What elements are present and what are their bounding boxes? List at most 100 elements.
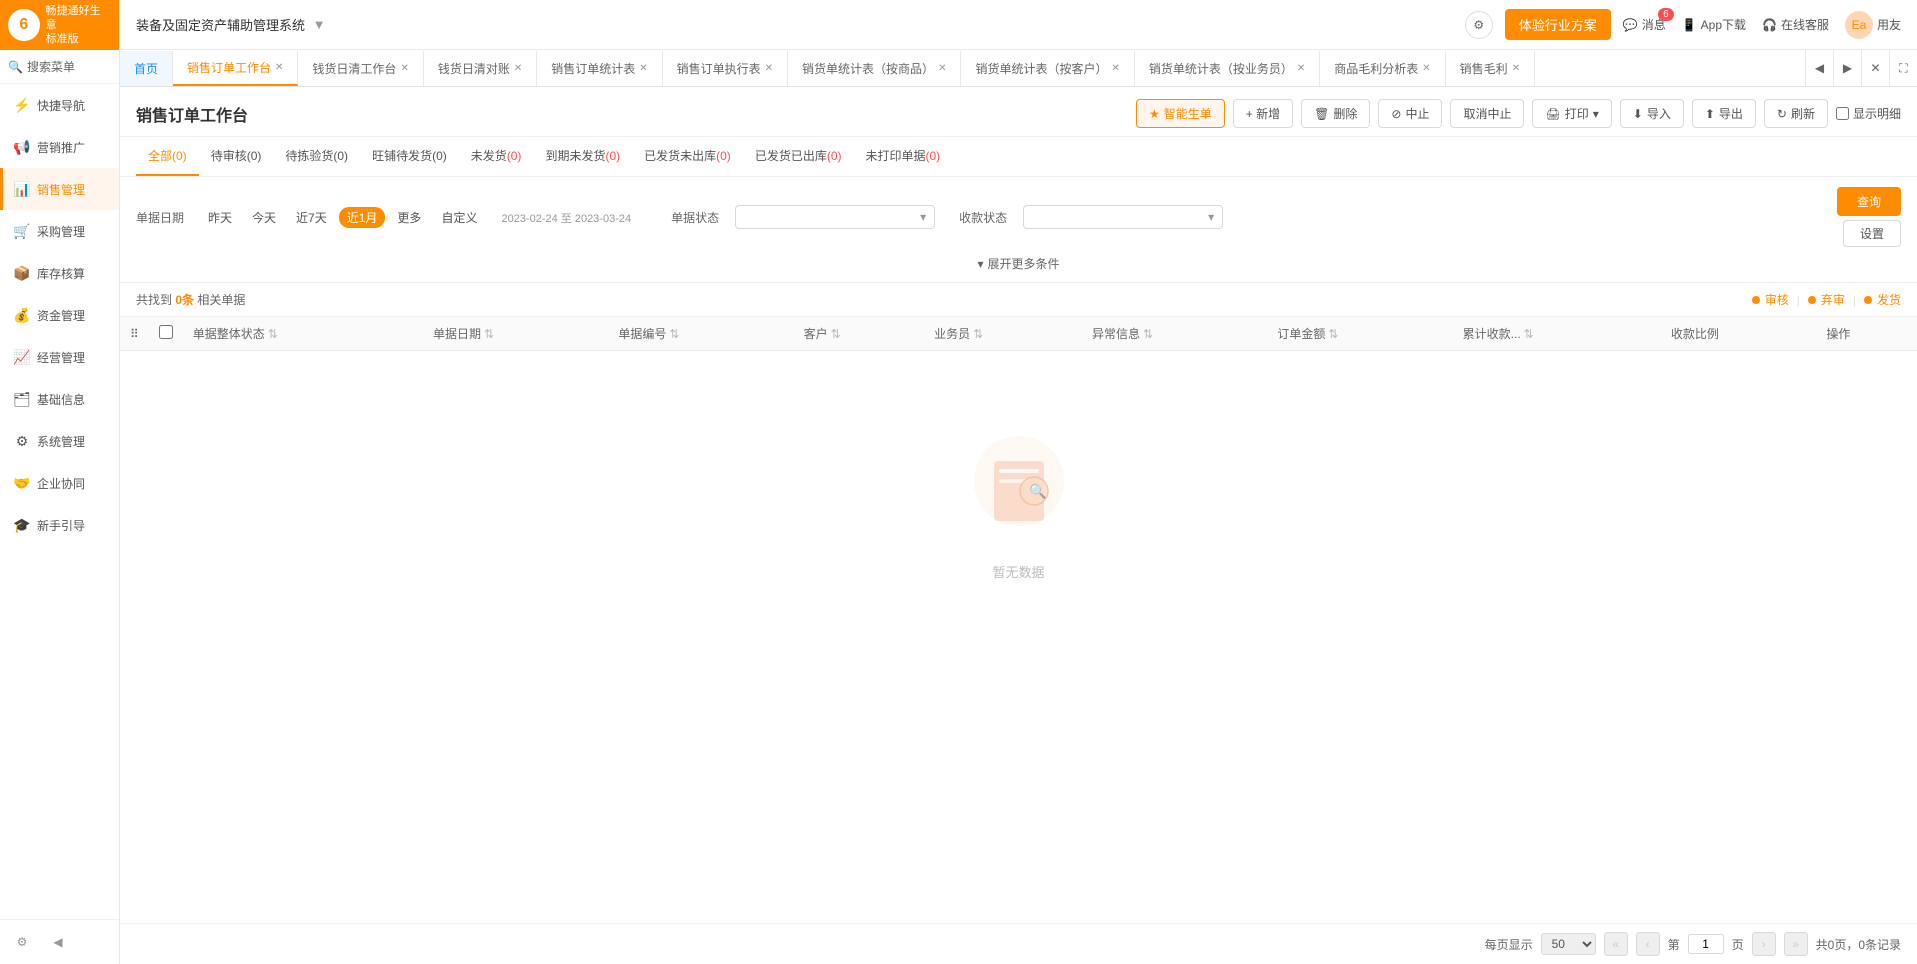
th-number[interactable]: 单据编号⇅	[608, 317, 793, 351]
export-btn[interactable]: ⬆ 导出	[1692, 99, 1756, 128]
sidebar-item-operations[interactable]: 📈 经营管理	[0, 336, 119, 378]
topbar-settings-btn[interactable]: ⚙	[1465, 11, 1493, 39]
sub-tab-not-shipped[interactable]: 未发货(0)	[459, 137, 534, 176]
tab-close-cash-reconcile[interactable]: ✕	[514, 63, 522, 74]
sidebar-item-purchase[interactable]: 🛒 采购管理	[0, 210, 119, 252]
sidebar-item-finance[interactable]: 💰 资金管理	[0, 294, 119, 336]
tab-close-sales-stats-product[interactable]: ✕	[938, 63, 946, 74]
tab-close-sales-stats-staff[interactable]: ✕	[1297, 63, 1305, 74]
table-action-review[interactable]: 审核	[1752, 291, 1789, 308]
th-customer[interactable]: 客户⇅	[794, 317, 924, 351]
table-action-ship[interactable]: 发货	[1864, 291, 1901, 308]
tab-close-sales-stats-customer[interactable]: ✕	[1111, 63, 1119, 74]
sidebar-search[interactable]: 🔍 搜索菜单	[0, 50, 119, 84]
tab-close-sales-order-exec[interactable]: ✕	[765, 63, 773, 74]
divider-1: |	[1797, 293, 1800, 307]
user-area[interactable]: Ea 用友	[1845, 11, 1901, 39]
sidebar-item-basic[interactable]: 🗂 基础信息	[0, 378, 119, 420]
status-filter-select[interactable]: ▾	[735, 205, 935, 229]
select-all-checkbox[interactable]	[159, 325, 173, 339]
industry-solution-btn[interactable]: 体验行业方案	[1505, 9, 1611, 40]
app-download-btn[interactable]: 📱 App下载	[1682, 16, 1746, 33]
tab-sales-order-stats[interactable]: 销售订单统计表✕	[537, 51, 662, 86]
sub-tab-overdue-not-shipped[interactable]: 到期未发货(0)	[533, 137, 632, 176]
tab-cash-daily[interactable]: 钱货日清工作台✕	[298, 51, 423, 86]
tab-sales-order-workbench[interactable]: 销售订单工作台✕	[173, 51, 298, 86]
tab-close-product-margin[interactable]: ✕	[1422, 63, 1430, 74]
sidebar-item-marketing[interactable]: 📢 营销推广	[0, 126, 119, 168]
print-icon: 🖨	[1545, 107, 1560, 121]
date-btn-custom[interactable]: 自定义	[433, 207, 485, 228]
payment-filter-select[interactable]: ▾	[1023, 205, 1223, 229]
date-btn-last1m[interactable]: 近1月	[339, 207, 386, 228]
next-page-btn[interactable]: ›	[1752, 932, 1776, 956]
query-btn[interactable]: 查询	[1837, 187, 1901, 216]
smart-generate-btn[interactable]: ★ 智能生单	[1136, 99, 1225, 128]
tab-close-all[interactable]: ✕	[1861, 50, 1889, 86]
table-scroll[interactable]: ⠿单据整体状态⇅单据日期⇅单据编号⇅客户⇅业务员⇅异常信息⇅订单金额⇅累计收款.…	[120, 317, 1917, 923]
sub-tab-not-printed[interactable]: 未打印单据(0)	[854, 137, 953, 176]
filter-area: 单据日期 昨天今天近7天近1月更多自定义 2023-02-24 至 2023-0…	[120, 177, 1917, 283]
prev-page-btn[interactable]: ‹	[1636, 932, 1660, 956]
stop-btn[interactable]: ⊘ 中止	[1378, 99, 1442, 128]
show-detail-checkbox[interactable]: 显示明细	[1836, 105, 1901, 122]
sidebar-item-quick-nav[interactable]: ⚡ 快捷导航	[0, 84, 119, 126]
first-page-btn[interactable]: «	[1604, 932, 1628, 956]
date-btn-yesterday[interactable]: 昨天	[200, 207, 240, 228]
tab-sales-order-exec[interactable]: 销售订单执行表✕	[663, 51, 788, 86]
tab-close-sales-order-stats[interactable]: ✕	[639, 63, 647, 74]
delete-btn[interactable]: 🗑 删除	[1301, 99, 1370, 128]
detail-checkbox-input[interactable]	[1836, 107, 1849, 120]
tab-close-sales-order-workbench[interactable]: ✕	[275, 62, 283, 73]
tab-maximize[interactable]: ⛶	[1889, 50, 1917, 86]
sidebar-settings-btn[interactable]: ⚙	[8, 928, 36, 956]
tab-scroll-left[interactable]: ◀	[1805, 50, 1833, 86]
expand-conditions-btn[interactable]: ▾ 展开更多条件	[977, 255, 1059, 272]
last-page-btn[interactable]: »	[1784, 932, 1808, 956]
tab-sales-stats-customer[interactable]: 销货单统计表（按客户）✕	[961, 51, 1134, 86]
date-btn-today[interactable]: 今天	[244, 207, 284, 228]
sub-tab-all[interactable]: 全部(0)	[136, 137, 199, 176]
tab-sales-stats-product[interactable]: 销货单统计表（按商品）✕	[788, 51, 961, 86]
tab-sales-stats-staff[interactable]: 销货单统计表（按业务员）✕	[1135, 51, 1320, 86]
tab-close-cash-daily[interactable]: ✕	[400, 63, 408, 74]
sidebar-item-system[interactable]: ⚙ 系统管理	[0, 420, 119, 462]
tab-product-margin[interactable]: 商品毛利分析表✕	[1320, 51, 1445, 86]
tab-close-sales-profit[interactable]: ✕	[1512, 63, 1520, 74]
th-staff[interactable]: 业务员⇅	[924, 317, 1082, 351]
sidebar-collapse-btn[interactable]: ◀	[44, 928, 72, 956]
refresh-btn[interactable]: ↻ 刷新	[1764, 99, 1828, 128]
sub-tab-count-pending-review: (0)	[247, 149, 262, 163]
th-amount[interactable]: 订单金额⇅	[1267, 317, 1452, 351]
sub-tab-pending-review[interactable]: 待审核(0)	[199, 137, 274, 176]
tab-sales-profit[interactable]: 销售毛利✕	[1446, 51, 1535, 86]
date-btn-last7[interactable]: 近7天	[288, 207, 335, 228]
sidebar-item-sales[interactable]: 📊 销售管理	[0, 168, 119, 210]
module-dropdown-icon[interactable]: ▼	[311, 17, 327, 33]
tab-cash-reconcile[interactable]: 钱货日清对账✕	[424, 51, 537, 86]
sub-tab-shipped-out[interactable]: 已发货已出库(0)	[743, 137, 854, 176]
th-status[interactable]: 单据整体状态⇅	[183, 317, 423, 351]
sub-tab-shipped-not-warehoused[interactable]: 已发货未出库(0)	[632, 137, 743, 176]
sidebar-item-guide[interactable]: 🎓 新手引导	[0, 504, 119, 546]
date-btn-more[interactable]: 更多	[389, 207, 429, 228]
th-collected[interactable]: 累计收款...⇅	[1453, 317, 1661, 351]
cancel-stop-btn[interactable]: 取消中止	[1450, 99, 1524, 128]
add-btn[interactable]: + 新增	[1233, 99, 1293, 128]
page-input[interactable]	[1688, 934, 1724, 954]
sub-tab-pending-inspect[interactable]: 待拣验货(0)	[273, 137, 360, 176]
th-exception[interactable]: 异常信息⇅	[1082, 317, 1267, 351]
tab-scroll-right[interactable]: ▶	[1833, 50, 1861, 86]
tab-home[interactable]: 首页	[120, 51, 173, 86]
online-service-btn[interactable]: 🎧 在线客服	[1762, 16, 1829, 33]
th-date[interactable]: 单据日期⇅	[423, 317, 608, 351]
sidebar-item-enterprise[interactable]: 🤝 企业协同	[0, 462, 119, 504]
sub-tab-wangpu-shipping[interactable]: 旺铺待发货(0)	[360, 137, 459, 176]
per-page-select[interactable]: 50 100 200	[1541, 933, 1596, 955]
print-btn[interactable]: 🖨 打印 ▾	[1532, 99, 1611, 128]
table-action-cancel-review[interactable]: 弃审	[1808, 291, 1845, 308]
import-btn[interactable]: ⬇ 导入	[1620, 99, 1684, 128]
message-btn[interactable]: 💬 消息 6	[1623, 16, 1666, 33]
settings-filter-btn[interactable]: 设置	[1843, 220, 1901, 247]
sidebar-item-inventory[interactable]: 📦 库存核算	[0, 252, 119, 294]
